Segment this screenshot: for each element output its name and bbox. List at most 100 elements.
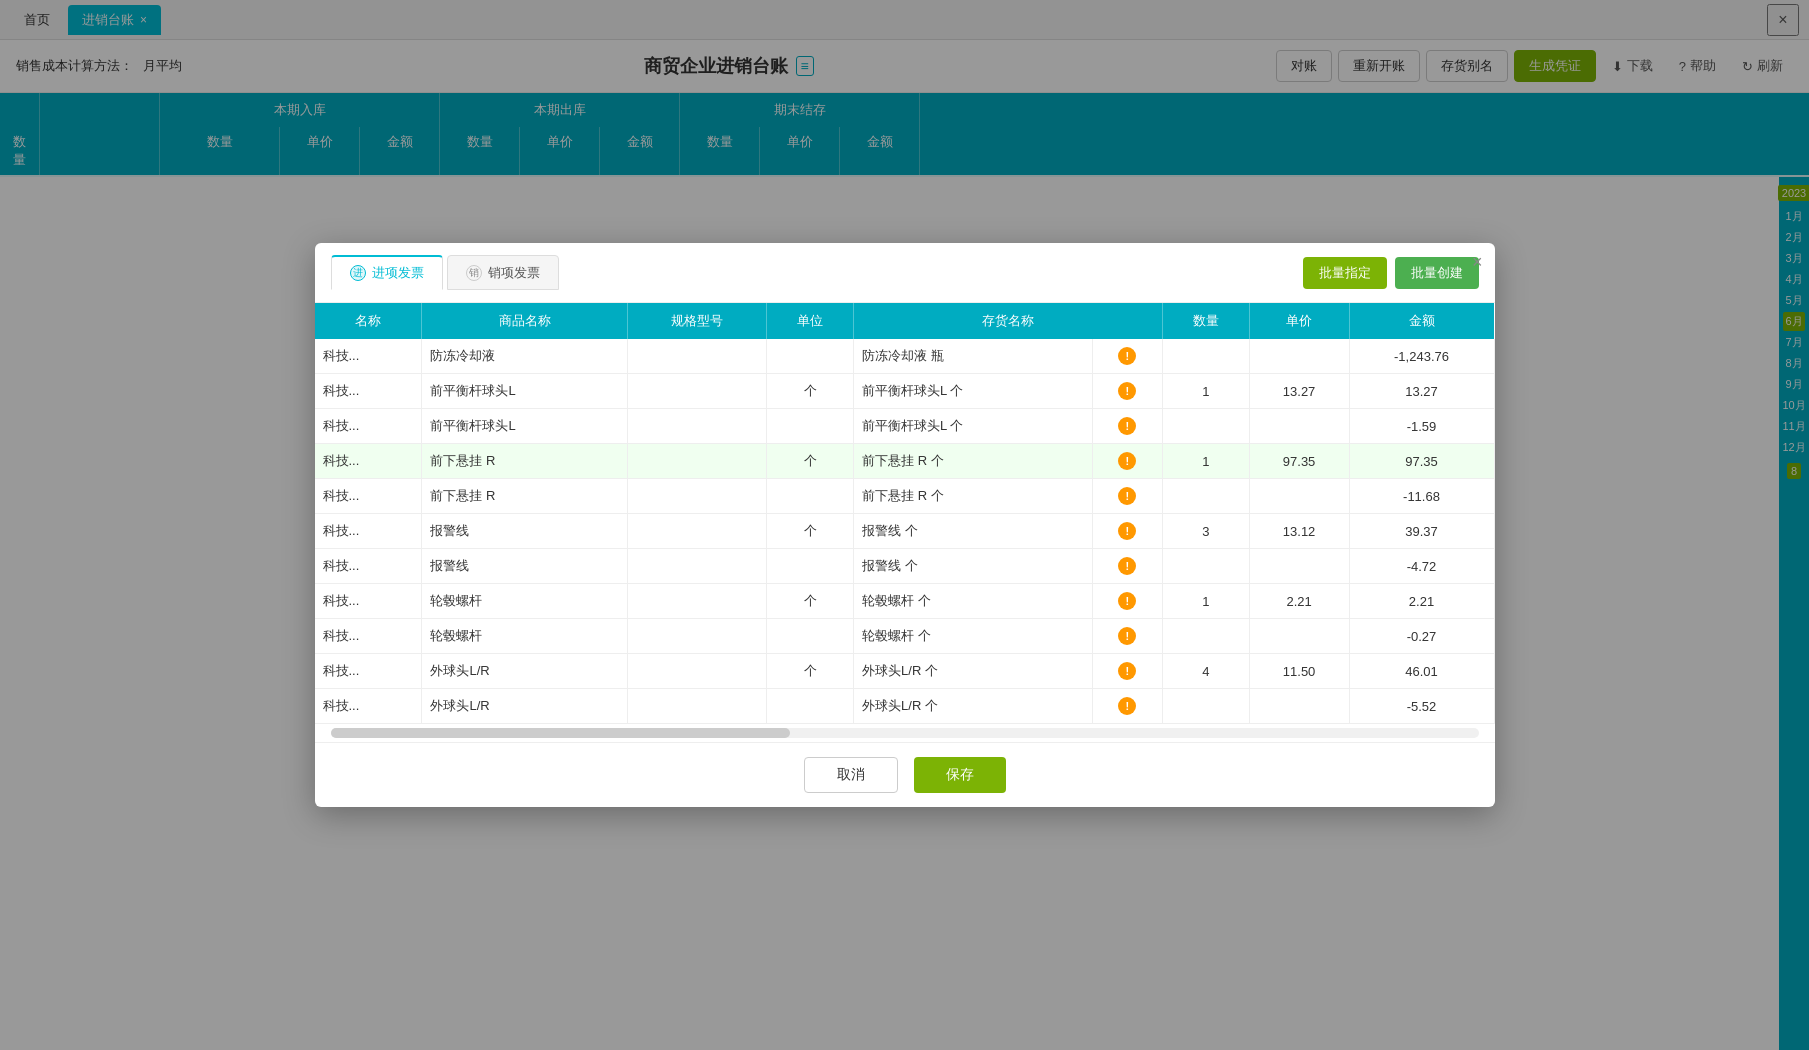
cell-spec <box>628 479 767 514</box>
warning-icon: ! <box>1118 627 1136 645</box>
cell-product: 前下悬挂 R <box>422 444 628 479</box>
cell-warning: ! <box>1092 549 1163 584</box>
cell-amount: 2.21 <box>1349 584 1494 619</box>
col-unit: 单位 <box>767 303 854 339</box>
cell-qty: 1 <box>1163 444 1250 479</box>
cell-price: 11.50 <box>1249 654 1349 689</box>
modal-dialog: 进 进项发票 销 销项发票 批量指定 批量创建 × <box>315 243 1495 807</box>
cell-spec <box>628 339 767 374</box>
cell-qty <box>1163 619 1250 654</box>
cancel-button[interactable]: 取消 <box>804 757 898 793</box>
batch-create-button[interactable]: 批量创建 <box>1395 257 1479 289</box>
table-row: 科技... 防冻冷却液 防冻冷却液 瓶 ! -1,243.76 <box>315 339 1495 374</box>
cell-price <box>1249 549 1349 584</box>
cell-qty <box>1163 689 1250 724</box>
cell-warning: ! <box>1092 374 1163 409</box>
modal-header: 进 进项发票 销 销项发票 批量指定 批量创建 × <box>315 243 1495 303</box>
cell-price <box>1249 409 1349 444</box>
cell-product: 防冻冷却液 <box>422 339 628 374</box>
cell-unit: 个 <box>767 374 854 409</box>
col-spec: 规格型号 <box>628 303 767 339</box>
cell-qty <box>1163 479 1250 514</box>
cell-warning: ! <box>1092 619 1163 654</box>
table-row: 科技... 轮毂螺杆 轮毂螺杆 个 ! -0.27 <box>315 619 1495 654</box>
cell-name: 科技... <box>315 584 422 619</box>
cell-warning: ! <box>1092 444 1163 479</box>
cell-product: 报警线 <box>422 514 628 549</box>
cell-price <box>1249 479 1349 514</box>
modal-table: 名称 商品名称 规格型号 单位 存货名称 数量 单价 金额 科技... <box>315 303 1495 724</box>
col-product: 商品名称 <box>422 303 628 339</box>
cell-inventory: 前平衡杆球头L 个 <box>854 409 1092 444</box>
cell-warning: ! <box>1092 689 1163 724</box>
cell-name: 科技... <box>315 339 422 374</box>
table-row: 科技... 外球头L/R 外球头L/R 个 ! -5.52 <box>315 689 1495 724</box>
cell-unit <box>767 619 854 654</box>
cell-warning: ! <box>1092 479 1163 514</box>
modal-close-button[interactable]: × <box>1472 253 1483 271</box>
batch-assign-button[interactable]: 批量指定 <box>1303 257 1387 289</box>
cell-inventory: 报警线 个 <box>854 549 1092 584</box>
cell-warning: ! <box>1092 514 1163 549</box>
incoming-tab-icon: 进 <box>350 265 366 281</box>
cell-name: 科技... <box>315 619 422 654</box>
table-row: 科技... 前下悬挂 R 前下悬挂 R 个 ! -11.68 <box>315 479 1495 514</box>
cell-product: 轮毂螺杆 <box>422 619 628 654</box>
cell-amount: -5.52 <box>1349 689 1494 724</box>
cell-price: 13.27 <box>1249 374 1349 409</box>
tab-incoming-invoice[interactable]: 进 进项发票 <box>331 255 443 290</box>
cell-amount: 39.37 <box>1349 514 1494 549</box>
cell-unit <box>767 689 854 724</box>
cell-spec <box>628 654 767 689</box>
cell-qty <box>1163 409 1250 444</box>
cell-spec <box>628 584 767 619</box>
cell-inventory: 轮毂螺杆 个 <box>854 619 1092 654</box>
cell-unit: 个 <box>767 514 854 549</box>
modal-overlay: 进 进项发票 销 销项发票 批量指定 批量创建 × <box>0 0 1809 1050</box>
cell-spec <box>628 619 767 654</box>
warning-icon: ! <box>1118 417 1136 435</box>
cell-unit <box>767 549 854 584</box>
modal-header-actions: 批量指定 批量创建 <box>1303 257 1479 289</box>
cell-inventory: 轮毂螺杆 个 <box>854 584 1092 619</box>
cell-inventory: 前下悬挂 R 个 <box>854 479 1092 514</box>
table-row: 科技... 报警线 报警线 个 ! -4.72 <box>315 549 1495 584</box>
cell-inventory: 外球头L/R 个 <box>854 689 1092 724</box>
cell-qty: 1 <box>1163 374 1250 409</box>
cell-price <box>1249 619 1349 654</box>
outgoing-tab-label: 销项发票 <box>488 264 540 282</box>
save-button[interactable]: 保存 <box>914 757 1006 793</box>
cell-amount: 97.35 <box>1349 444 1494 479</box>
warning-icon: ! <box>1118 557 1136 575</box>
warning-icon: ! <box>1118 487 1136 505</box>
cell-product: 外球头L/R <box>422 654 628 689</box>
cell-product: 轮毂螺杆 <box>422 584 628 619</box>
warning-icon: ! <box>1118 592 1136 610</box>
col-amount: 金额 <box>1349 303 1494 339</box>
modal-horizontal-scrollbar[interactable] <box>331 728 1479 738</box>
col-name: 名称 <box>315 303 422 339</box>
cell-name: 科技... <box>315 549 422 584</box>
cell-product: 报警线 <box>422 549 628 584</box>
modal-table-wrap: 名称 商品名称 规格型号 单位 存货名称 数量 单价 金额 科技... <box>315 303 1495 724</box>
cell-amount: -1.59 <box>1349 409 1494 444</box>
cell-price: 13.12 <box>1249 514 1349 549</box>
col-price: 单价 <box>1249 303 1349 339</box>
warning-icon: ! <box>1118 697 1136 715</box>
cell-product: 前平衡杆球头L <box>422 374 628 409</box>
cell-name: 科技... <box>315 409 422 444</box>
cell-warning: ! <box>1092 654 1163 689</box>
cell-unit <box>767 409 854 444</box>
col-qty: 数量 <box>1163 303 1250 339</box>
warning-icon: ! <box>1118 522 1136 540</box>
tab-outgoing-invoice[interactable]: 销 销项发票 <box>447 255 559 290</box>
scrollbar-thumb[interactable] <box>331 728 790 738</box>
cell-spec <box>628 374 767 409</box>
cell-warning: ! <box>1092 584 1163 619</box>
cell-name: 科技... <box>315 654 422 689</box>
cell-amount: 46.01 <box>1349 654 1494 689</box>
table-row: 科技... 轮毂螺杆 个 轮毂螺杆 个 ! 1 2.21 2.21 <box>315 584 1495 619</box>
modal-tabs: 进 进项发票 销 销项发票 <box>331 255 563 290</box>
cell-unit <box>767 479 854 514</box>
cell-unit: 个 <box>767 654 854 689</box>
